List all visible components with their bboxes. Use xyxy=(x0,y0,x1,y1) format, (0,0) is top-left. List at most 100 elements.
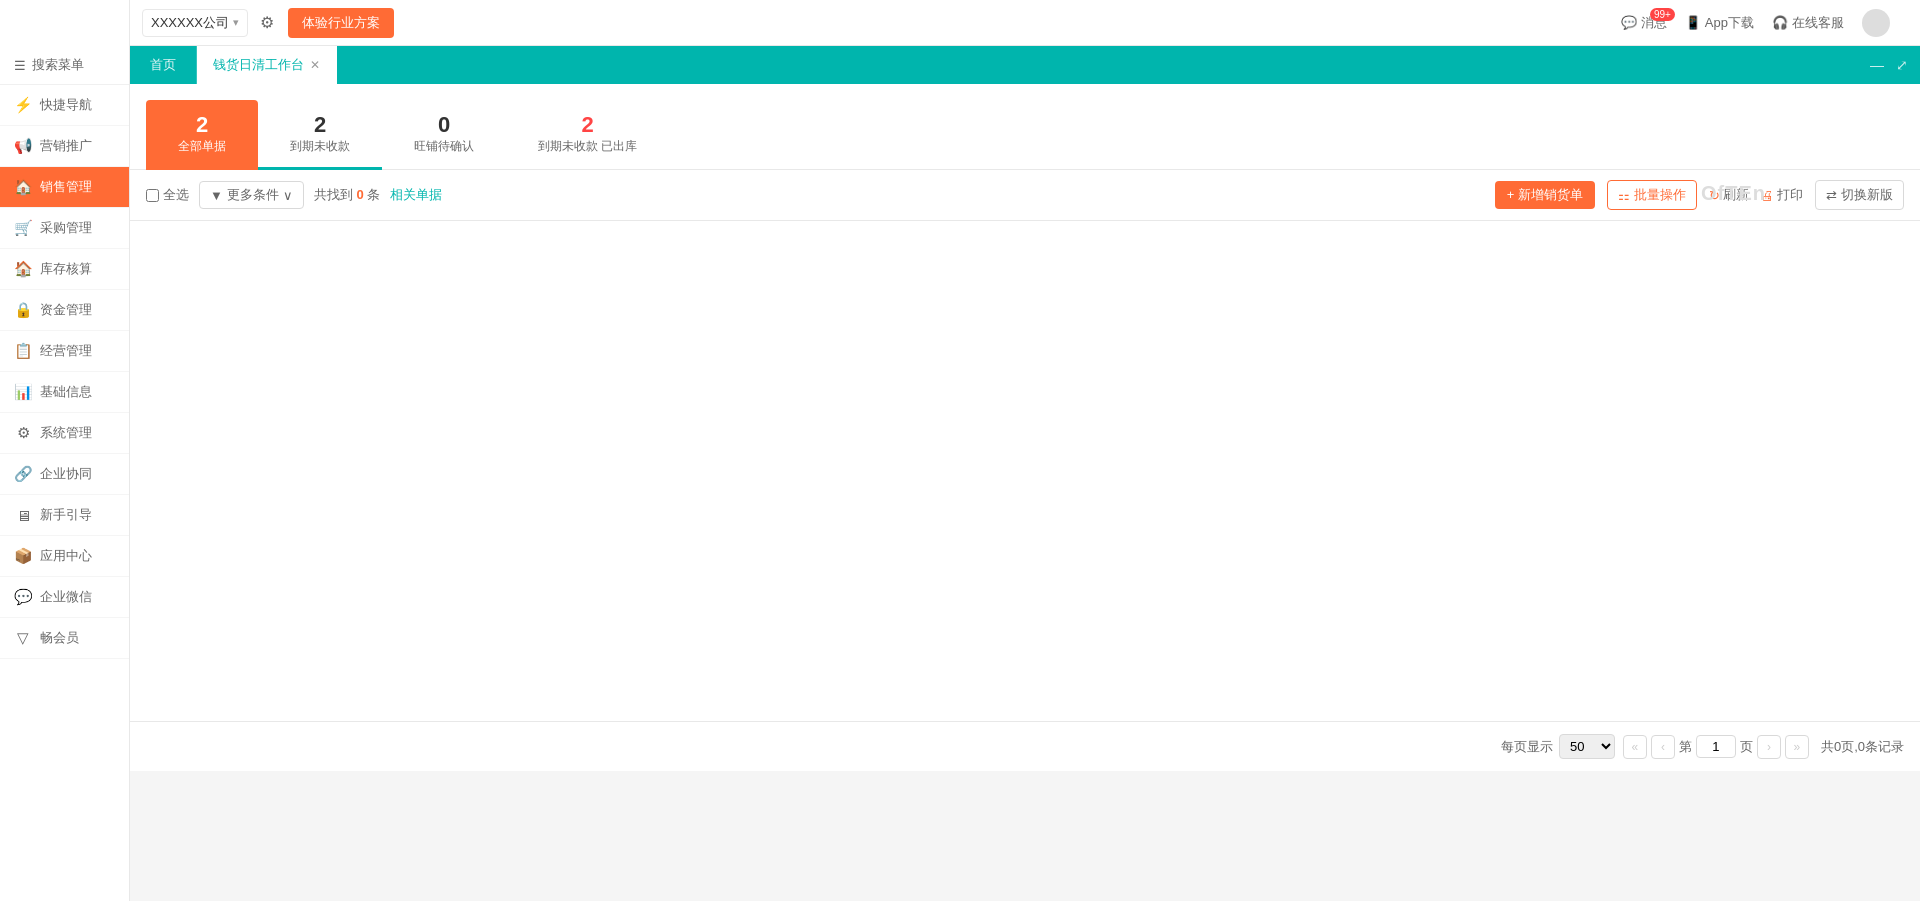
per-page-select[interactable]: 50 10 20 100 xyxy=(1559,734,1615,759)
card-label-overdue: 到期未收款 xyxy=(290,138,350,155)
sidebar-item-inventory[interactable]: 🏠 库存核算 xyxy=(0,249,129,290)
company-name: XXXXXX公司 xyxy=(151,14,229,32)
refresh-icon: ↻ xyxy=(1709,188,1720,203)
next-page-btn[interactable]: › xyxy=(1757,735,1781,759)
sidebar-item-quick-nav[interactable]: ⚡ 快捷导航 xyxy=(0,85,129,126)
card-count-wangpu: 0 xyxy=(438,112,450,138)
message-icon: 💬 xyxy=(1621,15,1637,30)
switch-icon: ⇄ xyxy=(1826,188,1837,203)
card-label-overdue-shipped: 到期未收款 已出库 xyxy=(538,138,637,155)
sidebar-item-member[interactable]: ▽ 畅会员 xyxy=(0,618,129,659)
page-label: 第 xyxy=(1679,738,1692,756)
tab-home-label: 首页 xyxy=(150,56,176,74)
status-card-wangpu[interactable]: 0 旺铺待确认 xyxy=(382,100,506,170)
sidebar-item-beginner[interactable]: 🖥 新手引导 xyxy=(0,495,129,536)
related-order-link[interactable]: 相关单据 xyxy=(390,186,442,204)
per-page: 每页显示 50 10 20 100 xyxy=(1501,734,1615,759)
tab-cash-flow-workbench[interactable]: 钱货日清工作台 ✕ xyxy=(197,46,337,84)
chevron-down-filter-icon: ∨ xyxy=(283,188,293,203)
toolbar-left: 全选 ▼ 更多条件 ∨ 共找到 0 条 相关单据 xyxy=(146,181,442,209)
online-service-button[interactable]: 🎧 在线客服 xyxy=(1772,14,1844,32)
sidebar-item-sales[interactable]: 🏠 销售管理 xyxy=(0,167,129,208)
add-sale-btn[interactable]: + 新增销货单 xyxy=(1495,181,1595,209)
app-center-icon: 📦 xyxy=(14,547,32,565)
print-icon: 🖨 xyxy=(1761,188,1774,203)
company-selector[interactable]: XXXXXX公司 ▾ xyxy=(142,9,248,37)
first-page-btn[interactable]: « xyxy=(1623,735,1647,759)
page-nav: « ‹ 第 页 › » 共0页,0条记录 xyxy=(1623,735,1904,759)
app-download-button[interactable]: 📱 App下载 xyxy=(1685,14,1754,32)
switch-new-version-btn[interactable]: ⇄ 切换新版 xyxy=(1815,180,1904,210)
sidebar-item-finance[interactable]: 🔒 资金管理 xyxy=(0,290,129,331)
sidebar-label: 库存核算 xyxy=(40,260,92,278)
main-content: 2 全部单据 2 到期未收款 0 旺铺待确认 2 到期未收款 已出库 全选 xyxy=(130,84,1920,901)
sidebar-label: 资金管理 xyxy=(40,301,92,319)
total-info: 共0页,0条记录 xyxy=(1821,738,1904,756)
minimize-icon[interactable]: — xyxy=(1866,53,1888,77)
status-card-all[interactable]: 2 全部单据 xyxy=(146,100,258,170)
maximize-icon[interactable]: ⤢ xyxy=(1892,53,1912,77)
sidebar: ☰ 搜索菜单 ⚡ 快捷导航 📢 营销推广 🏠 销售管理 🛒 采购管理 🏠 库存核… xyxy=(0,0,130,901)
chevron-down-icon: ▾ xyxy=(233,16,239,29)
message-button[interactable]: 💬 消息 99+ xyxy=(1621,14,1667,32)
last-page-btn[interactable]: » xyxy=(1785,735,1809,759)
sidebar-label: 企业微信 xyxy=(40,588,92,606)
avatar[interactable] xyxy=(1862,9,1890,37)
batch-icon: ⚏ xyxy=(1618,188,1630,203)
sidebar-item-marketing[interactable]: 📢 营销推广 xyxy=(0,126,129,167)
status-cards: 2 全部单据 2 到期未收款 0 旺铺待确认 2 到期未收款 已出库 xyxy=(130,84,1920,170)
sidebar-item-enterprise-collab[interactable]: 🔗 企业协同 xyxy=(0,454,129,495)
close-tab-icon[interactable]: ✕ xyxy=(310,58,320,72)
batch-op-btn[interactable]: ⚏ 批量操作 xyxy=(1607,180,1697,210)
select-all-input[interactable] xyxy=(146,189,159,202)
tab-home[interactable]: 首页 xyxy=(130,46,197,84)
batch-op-label: 批量操作 xyxy=(1634,186,1686,204)
settings-icon[interactable]: ⚙ xyxy=(256,9,278,36)
nav-actions: — ⤢ xyxy=(1866,53,1920,77)
sidebar-item-enterprise-wechat[interactable]: 💬 企业微信 xyxy=(0,577,129,618)
search-menu[interactable]: ☰ 搜索菜单 xyxy=(0,46,129,85)
sidebar-label: 新手引导 xyxy=(40,506,92,524)
card-count-overdue: 2 xyxy=(314,112,326,138)
purchase-icon: 🛒 xyxy=(14,219,32,237)
more-filter-label: 更多条件 xyxy=(227,186,279,204)
toolbar: 全选 ▼ 更多条件 ∨ 共找到 0 条 相关单据 + 新增销货单 ⚏ 批 xyxy=(130,170,1920,221)
sidebar-item-operation[interactable]: 📋 经营管理 xyxy=(0,331,129,372)
content-area: 2 全部单据 2 到期未收款 0 旺铺待确认 2 到期未收款 已出库 全选 xyxy=(130,84,1920,771)
lightning-icon: ⚡ xyxy=(14,96,32,114)
select-all-checkbox[interactable]: 全选 xyxy=(146,186,189,204)
print-btn[interactable]: 🖨 打印 xyxy=(1761,186,1803,204)
finance-icon: 🔒 xyxy=(14,301,32,319)
sidebar-label: 基础信息 xyxy=(40,383,92,401)
per-page-label: 每页显示 xyxy=(1501,738,1553,756)
search-menu-label: 搜索菜单 xyxy=(32,56,84,74)
system-icon: ⚙ xyxy=(14,424,32,442)
pagination: 每页显示 50 10 20 100 « ‹ 第 页 › » 共0页,0条记录 xyxy=(130,721,1920,771)
operation-icon: 📋 xyxy=(14,342,32,360)
prev-page-btn[interactable]: ‹ xyxy=(1651,735,1675,759)
sidebar-label: 系统管理 xyxy=(40,424,92,442)
trial-button[interactable]: 体验行业方案 xyxy=(288,8,394,38)
message-badge: 99+ xyxy=(1650,8,1675,21)
status-card-overdue-shipped[interactable]: 2 到期未收款 已出库 xyxy=(506,100,669,170)
marketing-icon: 📢 xyxy=(14,137,32,155)
sidebar-item-app-center[interactable]: 📦 应用中心 xyxy=(0,536,129,577)
collab-icon: 🔗 xyxy=(14,465,32,483)
page-suffix: 页 xyxy=(1740,738,1753,756)
inventory-icon: 🏠 xyxy=(14,260,32,278)
sidebar-item-basic-info[interactable]: 📊 基础信息 xyxy=(0,372,129,413)
sidebar-item-purchase[interactable]: 🛒 采购管理 xyxy=(0,208,129,249)
member-icon: ▽ xyxy=(14,629,32,647)
nav-tabs: 首页 钱货日清工作台 ✕ — ⤢ xyxy=(130,46,1920,84)
sidebar-label: 采购管理 xyxy=(40,219,92,237)
sidebar-item-system[interactable]: ⚙ 系统管理 xyxy=(0,413,129,454)
found-count: 0 xyxy=(357,187,364,202)
refresh-btn[interactable]: ↻ 刷新 xyxy=(1709,186,1749,204)
search-icon: ☰ xyxy=(14,58,26,73)
app-download-label: App下载 xyxy=(1705,14,1754,32)
status-card-overdue[interactable]: 2 到期未收款 xyxy=(258,100,382,170)
page-input[interactable] xyxy=(1696,735,1736,758)
refresh-label: 刷新 xyxy=(1723,186,1749,204)
top-header: 畅 畅捷通好生意 标准版 XXXXXX公司 ▾ ⚙ 体验行业方案 💬 消息 99… xyxy=(0,0,1920,46)
more-filter-btn[interactable]: ▼ 更多条件 ∨ xyxy=(199,181,304,209)
